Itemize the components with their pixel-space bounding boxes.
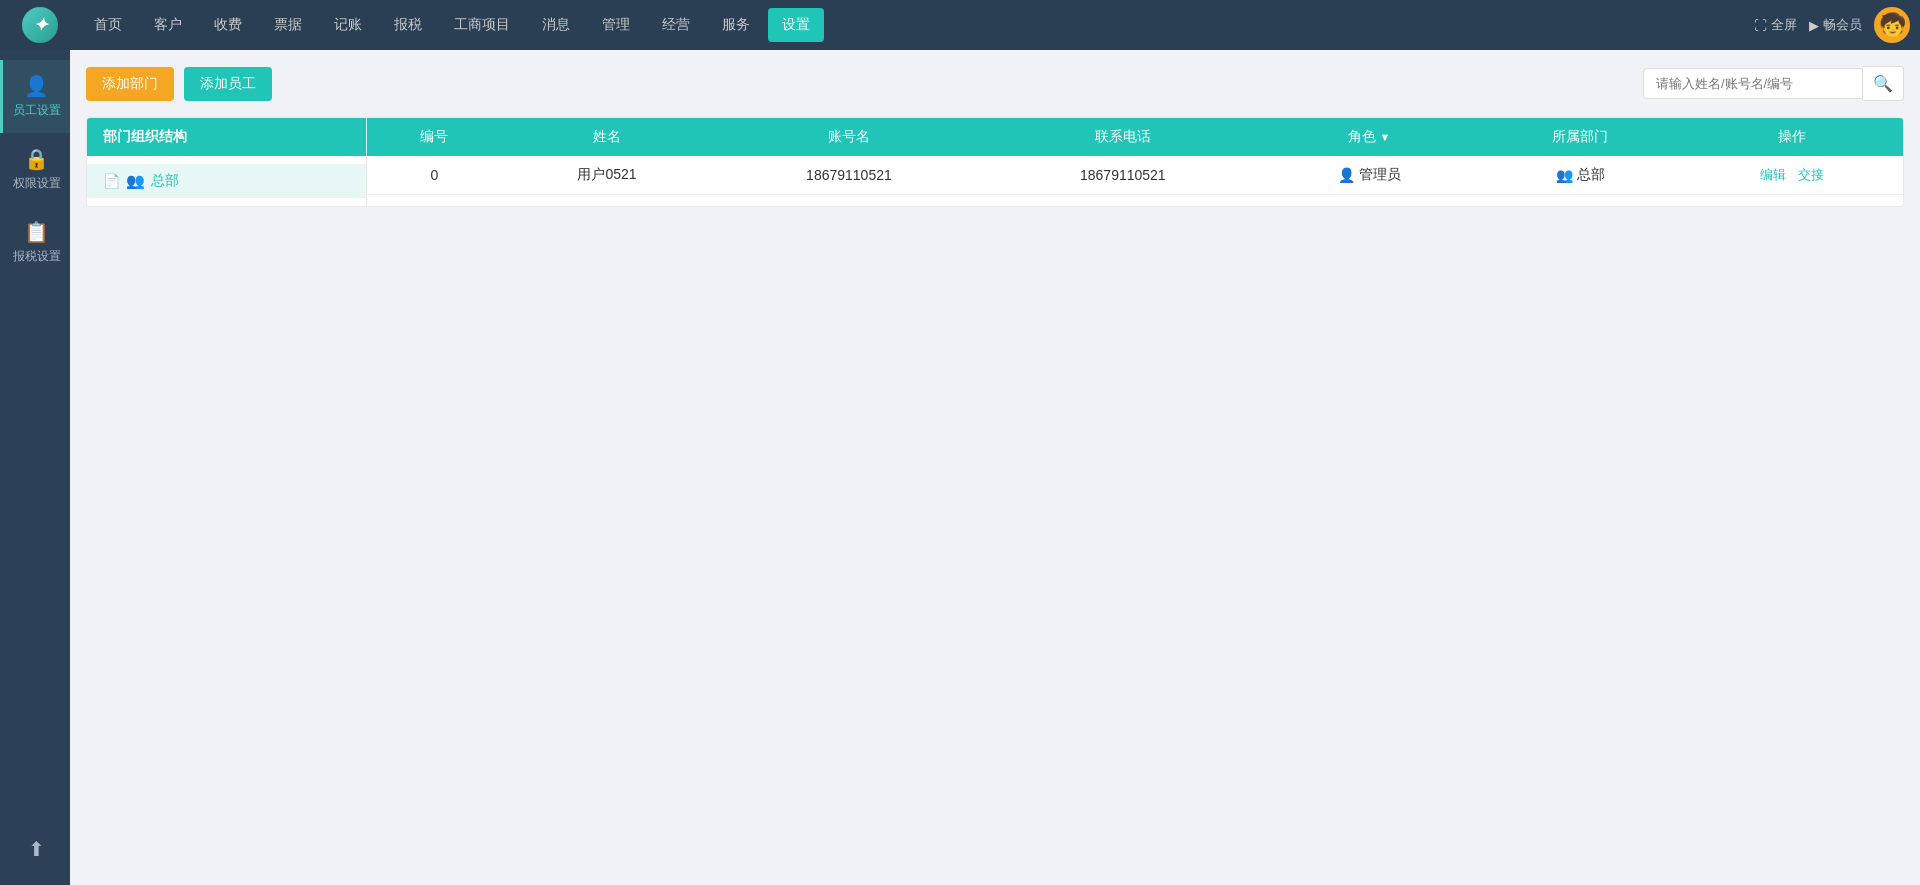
- sidebar-label: 报税设置: [13, 248, 61, 265]
- cell-name: 用户0521: [502, 156, 712, 195]
- nav-item-工商项目[interactable]: 工商项目: [440, 8, 524, 42]
- user-avatar[interactable]: 🧒: [1874, 7, 1910, 43]
- sidebar-icon: 🔒: [24, 147, 49, 171]
- sort-icon: ▼: [1379, 131, 1390, 143]
- role-label: 管理员: [1359, 166, 1401, 184]
- search-input[interactable]: [1643, 68, 1863, 99]
- table-col-操作: 操作: [1681, 118, 1903, 156]
- search-button[interactable]: 🔍: [1863, 66, 1904, 101]
- dept-panel-header: 部门组织结构: [87, 118, 366, 156]
- search-area: 🔍: [1643, 66, 1904, 101]
- table-col-编号: 编号: [367, 118, 502, 156]
- dept-tree: 📄 👥 总部: [87, 156, 366, 206]
- sidebar-item-权限设置[interactable]: 🔒 权限设置: [0, 133, 70, 206]
- table-col-姓名: 姓名: [502, 118, 712, 156]
- nav-item-消息[interactable]: 消息: [528, 8, 584, 42]
- nav-item-记账[interactable]: 记账: [320, 8, 376, 42]
- sidebar-bottom-button[interactable]: ⬆: [0, 823, 70, 875]
- nav-item-服务[interactable]: 服务: [708, 8, 764, 42]
- table-col-账号名: 账号名: [712, 118, 986, 156]
- search-icon: 🔍: [1873, 75, 1893, 92]
- sidebar-icon: 📋: [24, 220, 49, 244]
- dept-panel: 部门组织结构 📄 👥 总部: [87, 118, 367, 206]
- fullscreen-icon: ⛶: [1754, 18, 1767, 33]
- file-icon: 📄: [103, 173, 120, 189]
- dept-user-icon: 👥: [126, 172, 145, 190]
- nav-item-经营[interactable]: 经营: [648, 8, 704, 42]
- nav-item-报税[interactable]: 报税: [380, 8, 436, 42]
- top-nav: ✦ 首页客户收费票据记账报税工商项目消息管理经营服务设置 ⛶ 全屏 ▶ 畅会员 …: [0, 0, 1920, 50]
- fullscreen-button[interactable]: ⛶ 全屏: [1754, 16, 1797, 34]
- two-panel: 部门组织结构 📄 👥 总部 编号姓名账号名联系电话角色▼所属部门操作 0 用户0…: [86, 117, 1904, 207]
- table-col-联系电话: 联系电话: [986, 118, 1260, 156]
- sidebar-label: 员工设置: [13, 102, 61, 119]
- add-employee-button[interactable]: 添加员工: [184, 67, 272, 101]
- role-icon: 👤: [1338, 167, 1355, 183]
- dept-label: 总部: [1577, 166, 1605, 184]
- table-col-所属部门: 所属部门: [1479, 118, 1681, 156]
- dept-cell-icon: 👥: [1556, 167, 1573, 183]
- action-编辑[interactable]: 编辑: [1760, 167, 1786, 182]
- nav-item-管理[interactable]: 管理: [588, 8, 644, 42]
- vip-label: 畅会员: [1823, 16, 1862, 34]
- toolbar: 添加部门 添加员工 🔍: [86, 66, 1904, 101]
- dept-item-label: 总部: [151, 172, 179, 190]
- main-layout: 👤 员工设置 🔒 权限设置 📋 报税设置 ⬆ 添加部门 添加员工 🔍 部门组织结构 📄 👥 …: [0, 50, 1920, 885]
- nav-item-收费[interactable]: 收费: [200, 8, 256, 42]
- top-nav-right: ⛶ 全屏 ▶ 畅会员 🧒: [1754, 7, 1910, 43]
- cell-dept: 👥 总部: [1479, 156, 1681, 195]
- cell-account: 18679110521: [712, 156, 986, 195]
- cell-id: 0: [367, 156, 502, 195]
- sidebar-icon: 👤: [24, 74, 49, 98]
- table-row: 0 用户0521 18679110521 18679110521 👤 管理员 👥…: [367, 156, 1903, 195]
- sidebar-item-员工设置[interactable]: 👤 员工设置: [0, 60, 70, 133]
- nav-item-首页[interactable]: 首页: [80, 8, 136, 42]
- logo-icon: ✦: [22, 7, 58, 43]
- nav-item-客户[interactable]: 客户: [140, 8, 196, 42]
- upload-icon: ⬆: [28, 837, 45, 861]
- cell-role: 👤 管理员: [1260, 156, 1479, 195]
- sidebar: 👤 员工设置 🔒 权限设置 📋 报税设置 ⬆: [0, 50, 70, 885]
- cell-actions: 编辑 交接: [1681, 156, 1903, 195]
- nav-item-票据[interactable]: 票据: [260, 8, 316, 42]
- cell-phone: 18679110521: [986, 156, 1260, 195]
- table-panel: 编号姓名账号名联系电话角色▼所属部门操作 0 用户0521 1867911052…: [367, 118, 1903, 206]
- fullscreen-label: 全屏: [1771, 16, 1797, 34]
- table-col-角色[interactable]: 角色▼: [1260, 118, 1479, 156]
- add-department-button[interactable]: 添加部门: [86, 67, 174, 101]
- sidebar-item-报税设置[interactable]: 📋 报税设置: [0, 206, 70, 279]
- vip-icon: ▶: [1809, 18, 1819, 33]
- logo: ✦: [10, 7, 70, 43]
- content-area: 添加部门 添加员工 🔍 部门组织结构 📄 👥 总部 编号姓名账号名联系电话: [70, 50, 1920, 885]
- action-交接[interactable]: 交接: [1798, 167, 1824, 182]
- dept-tree-item[interactable]: 📄 👥 总部: [87, 164, 366, 198]
- vip-button[interactable]: ▶ 畅会员: [1809, 16, 1862, 34]
- nav-item-设置[interactable]: 设置: [768, 8, 824, 42]
- sidebar-label: 权限设置: [13, 175, 61, 192]
- avatar-icon: 🧒: [1879, 12, 1906, 38]
- employee-table: 编号姓名账号名联系电话角色▼所属部门操作 0 用户0521 1867911052…: [367, 118, 1903, 195]
- nav-items: 首页客户收费票据记账报税工商项目消息管理经营服务设置: [80, 8, 1754, 42]
